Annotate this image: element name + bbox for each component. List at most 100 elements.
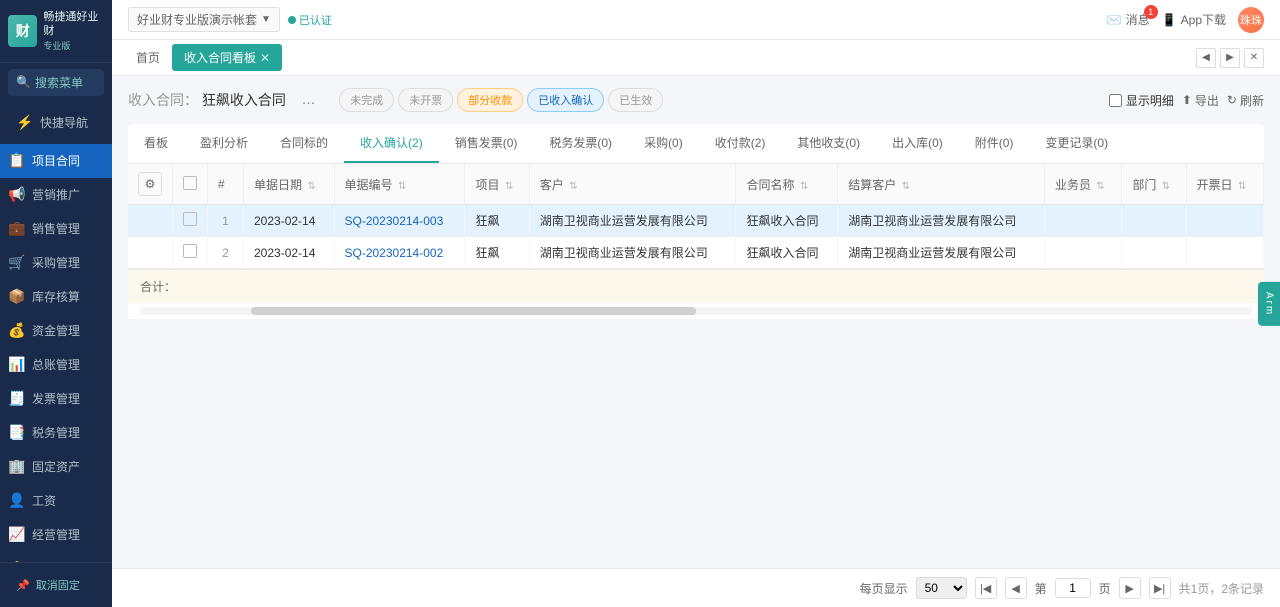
cancel-fixed-button[interactable]: 📌 取消固定 [8, 571, 104, 599]
sidebar-nav-list: 📋 项目合同 📢 营销推广 💼 销售管理 🛒 采购管理 📦 库存核算 💰 资金管… [0, 144, 112, 562]
th-salesman[interactable]: 业务员 ⇅ [1044, 164, 1121, 205]
export-label: 导出 [1195, 92, 1219, 109]
tab-kanban[interactable]: 看板 [128, 124, 184, 163]
sidebar-item-general[interactable]: 📊 总账管理 [0, 348, 112, 382]
tab-payment[interactable]: 收付款(2) [699, 124, 782, 163]
sidebar-item-label: 工资 [32, 492, 56, 509]
page-size-select[interactable]: 20 50 100 [916, 577, 967, 599]
user-avatar[interactable]: 珠珠 [1238, 7, 1264, 33]
header-checkbox[interactable] [183, 176, 197, 190]
prev-page-button[interactable]: ◀ [1005, 577, 1027, 599]
last-page-button[interactable]: ▶| [1149, 577, 1171, 599]
sidebar-item-purchase[interactable]: 🛒 采购管理 [0, 246, 112, 280]
sidebar-item-label: 经营管理 [32, 526, 80, 543]
status-uncomplete[interactable]: 未完成 [339, 88, 394, 112]
td-open-date [1186, 237, 1263, 269]
th-department[interactable]: 部门 ⇅ [1122, 164, 1186, 205]
tab-profit[interactable]: 盈利分析 [184, 124, 264, 163]
row-checkbox[interactable] [183, 212, 197, 226]
sidebar-item-funds[interactable]: 💰 资金管理 [0, 314, 112, 348]
quick-nav-item[interactable]: ⚡ 快捷导航 [0, 102, 112, 144]
export-button[interactable]: ⬆ 导出 [1182, 92, 1219, 109]
sidebar-item-marketing[interactable]: 📢 营销推广 [0, 178, 112, 212]
total-label: 合计： [140, 278, 176, 295]
company-selector[interactable]: 好业财专业版演示帐套 ▼ [128, 7, 280, 32]
status-partial-collect[interactable]: 部分收款 [457, 88, 523, 112]
export-icon: ⬆ [1182, 93, 1192, 107]
sidebar-item-tax[interactable]: 📑 税务管理 [0, 416, 112, 450]
tab-prev-button[interactable]: ◀ [1196, 48, 1216, 68]
scrollbar-area [128, 303, 1264, 319]
sidebar-item-ops[interactable]: 📈 经营管理 [0, 518, 112, 552]
tab-tax-invoice[interactable]: 税务发票(0) [533, 124, 628, 163]
scrollbar-thumb[interactable] [251, 307, 696, 315]
sidebar-item-label: 项目合同 [32, 152, 80, 169]
td-department [1122, 237, 1186, 269]
show-details-checkbox[interactable] [1109, 94, 1122, 107]
tab-other-income[interactable]: 其他收支(0) [781, 124, 876, 163]
sidebar-item-report[interactable]: 🔔 小畅报告 [0, 552, 112, 562]
sidebar-item-quick-nav[interactable]: ⚡ 快捷导航 [8, 106, 104, 140]
app-download-action[interactable]: 📱 App下载 [1162, 11, 1226, 28]
code-link[interactable]: SQ-20230214-003 [345, 214, 444, 228]
th-date[interactable]: 单据日期 ⇅ [244, 164, 335, 205]
tab-close-button[interactable]: ✕ [260, 51, 270, 65]
income-contract-tab[interactable]: 收入合同看板 ✕ [172, 44, 282, 71]
contract-prefix: 收入合同： [128, 92, 198, 108]
row-checkbox[interactable] [183, 244, 197, 258]
floating-arm-button[interactable]: Arm [1258, 281, 1280, 325]
th-settlement-customer[interactable]: 结算客户 ⇅ [838, 164, 1045, 205]
more-button[interactable]: ... [298, 91, 319, 109]
page-input[interactable] [1055, 578, 1091, 598]
th-project[interactable]: 项目 ⇅ [465, 164, 529, 205]
sidebar-item-invoice[interactable]: 🧾 发票管理 [0, 382, 112, 416]
message-action[interactable]: ✉️ 1 消息 [1107, 11, 1150, 28]
sidebar-item-sales[interactable]: 💼 销售管理 [0, 212, 112, 246]
table-row[interactable]: 1 2023-02-14 SQ-20230214-003 狂飙 湖南卫视商业运营… [128, 205, 1264, 237]
sidebar-item-assets[interactable]: 🏢 固定资产 [0, 450, 112, 484]
sidebar-item-inventory[interactable]: 📦 库存核算 [0, 280, 112, 314]
contract-header: 收入合同： 狂飙收入合同 ... 未完成 未开票 部分收款 已收入确认 已生效 … [128, 88, 1264, 112]
tab-change-log[interactable]: 变更记录(0) [1029, 124, 1124, 163]
next-page-button[interactable]: ▶ [1119, 577, 1141, 599]
certified-dot [288, 16, 296, 24]
sidebar-item-hr[interactable]: 👤 工资 [0, 484, 112, 518]
search-menu-button[interactable]: 🔍 搜索菜单 [8, 69, 104, 96]
td-num: 2 [208, 237, 244, 269]
code-link[interactable]: SQ-20230214-002 [345, 246, 444, 260]
topbar: 好业财专业版演示帐套 ▼ 已认证 ✉️ 1 消息 📱 App下载 珠珠 [112, 0, 1280, 40]
home-tab[interactable]: 首页 [128, 49, 168, 66]
tab-purchase[interactable]: 采购(0) [628, 124, 699, 163]
ops-icon: 📈 [8, 526, 26, 544]
tab-contract-standard[interactable]: 合同标的 [264, 124, 344, 163]
th-code[interactable]: 单据编号 ⇅ [334, 164, 465, 205]
tab-next-button[interactable]: ▶ [1220, 48, 1240, 68]
certified-badge: 已认证 [288, 12, 332, 28]
status-confirmed[interactable]: 已收入确认 [527, 88, 604, 112]
td-contract-name: 狂飙收入合同 [736, 205, 838, 237]
tab-out-in-stock[interactable]: 出入库(0) [876, 124, 959, 163]
td-checkbox[interactable] [173, 205, 208, 237]
th-customer[interactable]: 客户 ⇅ [529, 164, 736, 205]
tab-sales-invoice[interactable]: 销售发票(0) [439, 124, 534, 163]
td-checkbox[interactable] [173, 237, 208, 269]
search-icon: 🔍 [16, 75, 31, 89]
first-page-button[interactable]: |◀ [975, 577, 997, 599]
td-department [1122, 205, 1186, 237]
table-row[interactable]: 2 2023-02-14 SQ-20230214-002 狂飙 湖南卫视商业运营… [128, 237, 1264, 269]
refresh-button[interactable]: ↻ 刷新 [1227, 92, 1264, 109]
tab-close-all-button[interactable]: ✕ [1244, 48, 1264, 68]
show-details-checkbox-label[interactable]: 显示明细 [1109, 92, 1174, 109]
sidebar-search-area: 🔍 搜索菜单 [0, 63, 112, 102]
status-effective[interactable]: 已生效 [608, 88, 663, 112]
sidebar: 财 畅捷通好业财 专业版 🔍 搜索菜单 ⚡ 快捷导航 📋 项目合同 📢 营销推广… [0, 0, 112, 607]
th-contract-name[interactable]: 合同名称 ⇅ [736, 164, 838, 205]
th-open-date[interactable]: 开票日 ⇅ [1186, 164, 1263, 205]
tab-attachment[interactable]: 附件(0) [959, 124, 1030, 163]
gear-button[interactable]: ⚙ [138, 172, 162, 196]
contract-name: 狂飙收入合同 [202, 92, 286, 108]
sidebar-item-project[interactable]: 📋 项目合同 [0, 144, 112, 178]
status-uninvoiced[interactable]: 未开票 [398, 88, 453, 112]
tab-income-confirm[interactable]: 收入确认(2) [344, 124, 439, 163]
td-settlement-customer: 湖南卫视商业运营发展有限公司 [838, 205, 1045, 237]
